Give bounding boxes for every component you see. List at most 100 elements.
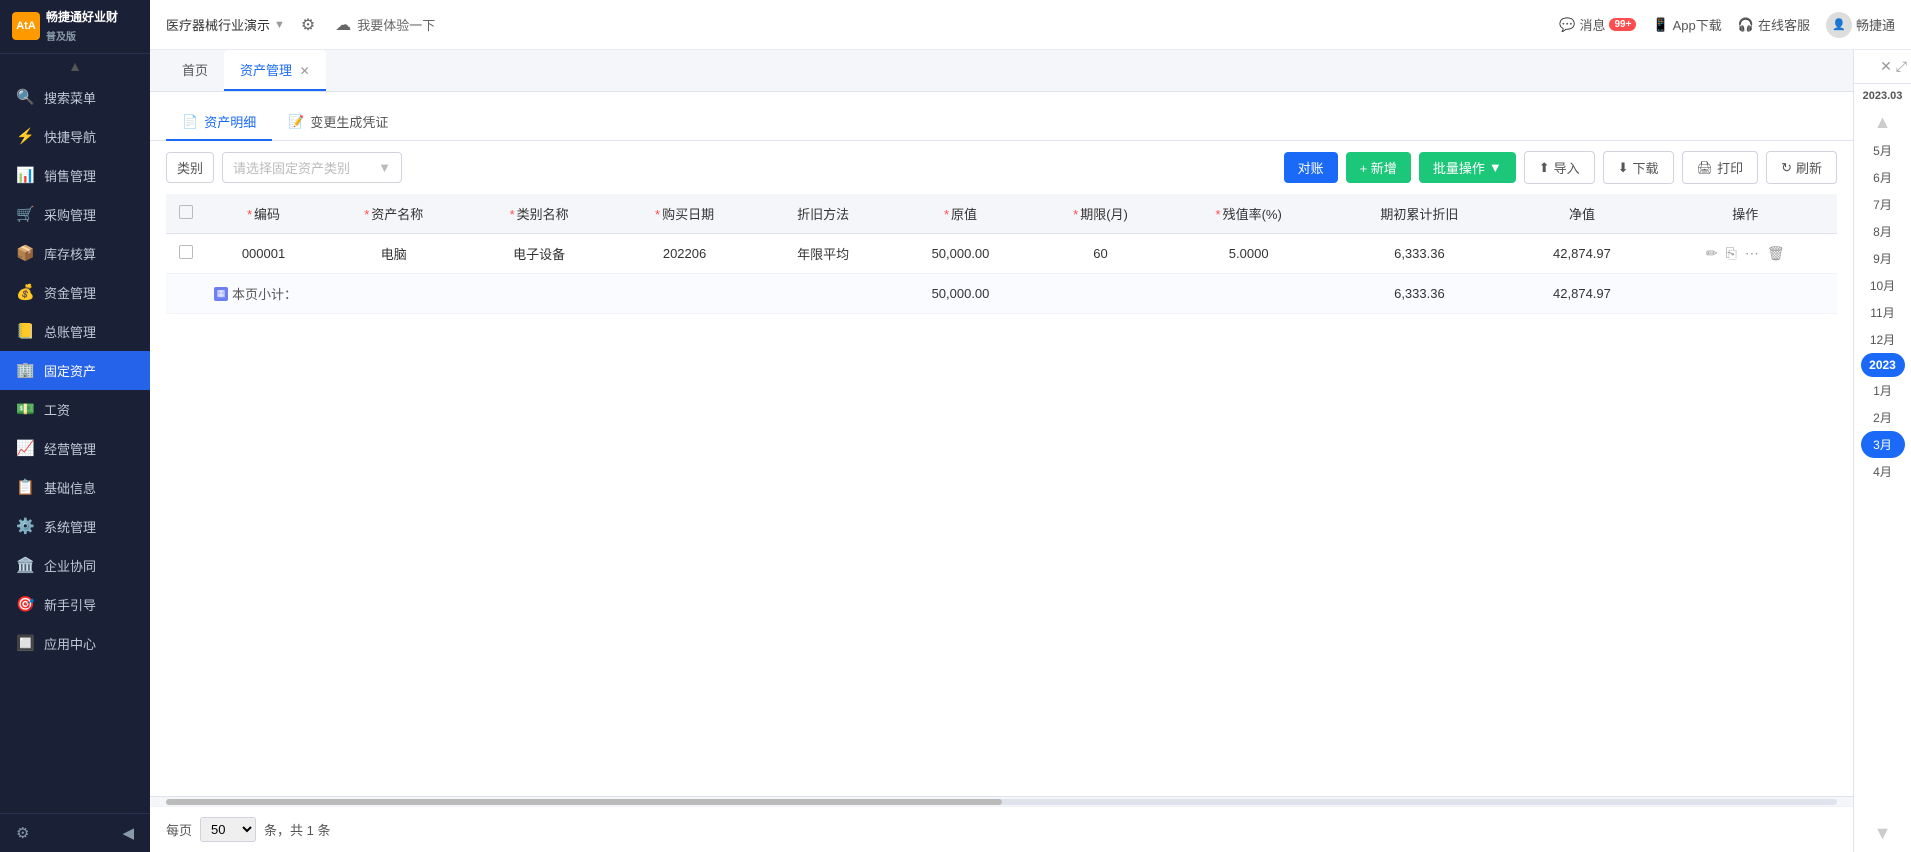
refresh-icon: ↻ — [1781, 160, 1792, 176]
print-btn[interactable]: 🖨 打印 — [1682, 151, 1759, 184]
col-purchase-date: 购买日期 — [662, 207, 714, 222]
select-all-checkbox[interactable] — [179, 205, 193, 219]
sidebar-item-sales[interactable]: 📊 销售管理 — [0, 156, 150, 195]
logo-icon: AtA — [12, 12, 40, 40]
sidebar-item-system[interactable]: ⚙️ 系统管理 — [0, 507, 150, 546]
toolbar-right: 对账 + 新增 批量操作 ▼ ⬆ 导入 — [1284, 151, 1837, 184]
scrollbar-track[interactable] — [166, 799, 1837, 805]
user-btn[interactable]: 👤 畅捷通 — [1826, 12, 1895, 38]
month-7[interactable]: 7月 — [1861, 191, 1905, 218]
row-checkbox[interactable] — [179, 245, 193, 259]
copy-icon[interactable]: ⎘ — [1726, 245, 1737, 262]
month-5[interactable]: 5月 — [1861, 137, 1905, 164]
tab-home[interactable]: 首页 — [166, 50, 224, 91]
month-6[interactable]: 6月 — [1861, 164, 1905, 191]
sub-tab-asset-detail-label: 资产明细 — [204, 112, 256, 131]
payroll-icon: 💵 — [16, 400, 34, 418]
sidebar-item-label: 系统管理 — [44, 517, 96, 536]
sidebar-item-basic-info[interactable]: 📋 基础信息 — [0, 468, 150, 507]
tab-close-icon[interactable]: ✕ — [300, 64, 310, 78]
per-page-label: 每页 — [166, 820, 192, 839]
table-container: *编码 *资产名称 *类别名称 *购买日期 折旧方法 *原值 *期限(月) *残… — [150, 194, 1853, 796]
app-download-btn[interactable]: 📱 App下载 — [1652, 15, 1721, 34]
sidebar-item-ledger[interactable]: 📒 总账管理 — [0, 312, 150, 351]
download-icon: ⬇ — [1618, 160, 1629, 176]
sidebar-item-management[interactable]: 📈 经营管理 — [0, 429, 150, 468]
collapse-icon[interactable]: ◀ — [122, 824, 134, 842]
cell-purchase-date: 202206 — [612, 234, 757, 274]
month-11[interactable]: 11月 — [1861, 299, 1905, 326]
month-8[interactable]: 8月 — [1861, 218, 1905, 245]
expand-panel-icon[interactable]: ⤢ — [1896, 58, 1907, 75]
message-icon: 💬 — [1559, 17, 1575, 33]
sub-tab-voucher[interactable]: 📝 变更生成凭证 — [272, 104, 404, 141]
close-panel-icon[interactable]: ✕ — [1880, 58, 1892, 75]
new-btn[interactable]: + 新增 — [1346, 152, 1411, 183]
sidebar-item-enterprise[interactable]: 🏛️ 企业协同 — [0, 546, 150, 585]
inner-content: 📄 资产明细 📝 变更生成凭证 类别 请选择固定资产类别 — [150, 92, 1853, 852]
category-filter-select[interactable]: 请选择固定资产类别 ▼ — [222, 152, 402, 183]
tab-home-label: 首页 — [182, 63, 208, 78]
import-btn[interactable]: ⬆ 导入 — [1524, 151, 1595, 184]
sidebar-item-label: 总账管理 — [44, 322, 96, 341]
sidebar-item-guide[interactable]: 🎯 新手引导 — [0, 585, 150, 624]
online-service-btn[interactable]: 🎧 在线客服 — [1738, 15, 1810, 34]
sidebar-item-search[interactable]: 🔍 搜索菜单 — [0, 78, 150, 117]
per-page-select[interactable]: 50 100 200 — [200, 817, 256, 842]
filter-category-text: 类别 — [177, 158, 203, 177]
import-icon: ⬆ — [1539, 160, 1550, 176]
cell-original-value: 50,000.00 — [889, 234, 1032, 274]
sidebar-item-capital[interactable]: 💰 资金管理 — [0, 273, 150, 312]
download-btn[interactable]: ⬇ 下载 — [1603, 151, 1674, 184]
sub-tabs: 📄 资产明细 📝 变更生成凭证 — [150, 104, 1853, 141]
voucher-icon: 📝 — [288, 114, 304, 130]
sidebar-item-payroll[interactable]: 💵 工资 — [0, 390, 150, 429]
account-btn[interactable]: 对账 — [1284, 152, 1338, 183]
sidebar-item-app-center[interactable]: 🔲 应用中心 — [0, 624, 150, 663]
sidebar-item-inventory[interactable]: 📦 库存核算 — [0, 234, 150, 273]
download-btn-label: 下载 — [1633, 158, 1659, 177]
sidebar-item-purchase[interactable]: 🛒 采购管理 — [0, 195, 150, 234]
category-filter-label: 类别 — [166, 152, 214, 183]
sidebar: AtA 畅捷通好业财 普及版 ▲ 🔍 搜索菜单 ⚡ 快捷导航 📊 销售管理 🛒 … — [0, 0, 150, 852]
experience-icon: ☁ — [335, 15, 351, 35]
delete-icon[interactable]: 🗑 — [1767, 245, 1785, 262]
filter-chevron-icon: ▼ — [378, 160, 391, 175]
sidebar-scroll-up-icon[interactable]: ▲ — [68, 58, 82, 74]
month-1[interactable]: 1月 — [1861, 377, 1905, 404]
app-logo: AtA 畅捷通好业财 普及版 — [0, 0, 150, 54]
sidebar-item-fixed-assets[interactable]: 🏢 固定资产 — [0, 351, 150, 390]
quick-nav-icon: ⚡ — [16, 127, 34, 145]
month-9[interactable]: 9月 — [1861, 245, 1905, 272]
more-icon[interactable]: ⋯ — [1745, 245, 1759, 262]
topbar-gear-icon[interactable]: ⚙ — [301, 15, 315, 35]
sidebar-item-quick-nav[interactable]: ⚡ 快捷导航 — [0, 117, 150, 156]
logo-text-block: 畅捷通好业财 普及版 — [46, 10, 118, 43]
sidebar-item-label: 企业协同 — [44, 556, 96, 575]
company-selector[interactable]: 医疗器械行业演示 ▼ — [166, 15, 285, 34]
month-12[interactable]: 12月 — [1861, 326, 1905, 353]
col-name: 资产名称 — [371, 207, 423, 222]
sub-tab-asset-detail[interactable]: 📄 资产明细 — [166, 104, 272, 141]
new-btn-label: + 新增 — [1360, 158, 1397, 177]
month-10[interactable]: 10月 — [1861, 272, 1905, 299]
sidebar-nav: 🔍 搜索菜单 ⚡ 快捷导航 📊 销售管理 🛒 采购管理 📦 库存核算 💰 资金管… — [0, 78, 150, 813]
edit-icon[interactable]: ✏ — [1706, 245, 1718, 262]
batch-btn[interactable]: 批量操作 ▼ — [1419, 152, 1516, 183]
scrollbar-thumb[interactable] — [166, 799, 1002, 805]
month-2[interactable]: 2月 — [1861, 404, 1905, 431]
experience-btn[interactable]: ☁ 我要体验一下 — [335, 15, 435, 35]
tab-asset-mgmt[interactable]: 资产管理 ✕ — [224, 50, 326, 91]
message-badge: 99+ — [1609, 18, 1636, 31]
message-btn[interactable]: 💬 消息 99+ — [1559, 15, 1636, 34]
month-scroll-up-icon[interactable]: ▲ — [1870, 108, 1896, 137]
month-4[interactable]: 4月 — [1861, 458, 1905, 485]
year-2023-marker: 2023 — [1861, 353, 1905, 377]
import-btn-label: 导入 — [1554, 158, 1580, 177]
month-3[interactable]: 3月 — [1861, 431, 1905, 458]
refresh-btn[interactable]: ↻ 刷新 — [1766, 151, 1837, 184]
settings-icon[interactable]: ⚙ — [16, 824, 29, 842]
app-download-label: App下载 — [1673, 15, 1722, 34]
sales-icon: 📊 — [16, 166, 34, 184]
month-scroll-down-icon[interactable]: ▼ — [1874, 823, 1892, 844]
